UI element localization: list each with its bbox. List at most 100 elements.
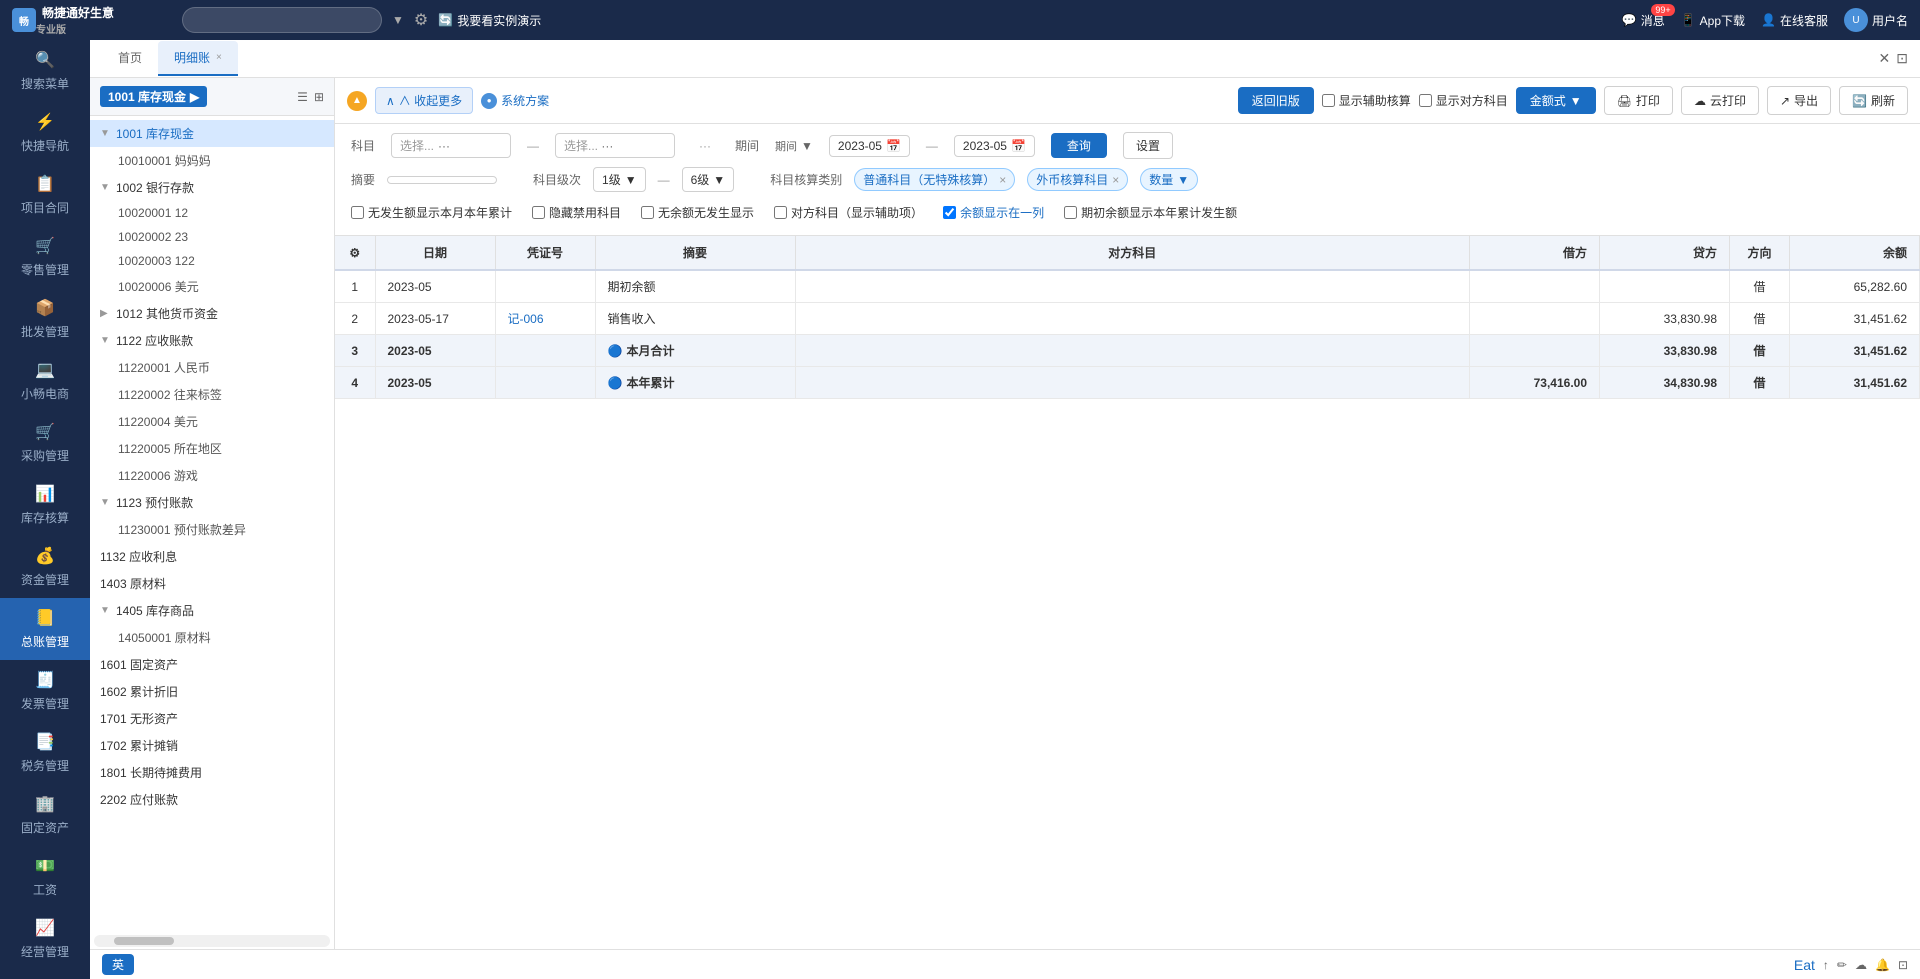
close-window-icon[interactable]: ✕: [1879, 50, 1891, 67]
online-service-action[interactable]: 👤 在线客服: [1761, 12, 1828, 29]
tree-item-1801[interactable]: 1801 长期待摊费用: [90, 759, 334, 786]
cb-show-balance-col-input[interactable]: [943, 206, 956, 219]
sidebar-item-tax[interactable]: 📑 税务管理: [0, 722, 90, 784]
tree-item-10020006[interactable]: 10020006 美元: [90, 273, 334, 300]
query-button[interactable]: 查询: [1051, 133, 1107, 158]
maximize-icon[interactable]: ⊡: [1896, 50, 1908, 67]
tree-item-1601[interactable]: 1601 固定资产: [90, 651, 334, 678]
cb-initial-balance[interactable]: 期初余额显示本年累计发生额: [1064, 204, 1237, 221]
cb-hide-disabled-input[interactable]: [532, 206, 545, 219]
expand-icon[interactable]: ⊞: [314, 90, 324, 104]
filter-tag-normal-close[interactable]: ×: [999, 173, 1006, 187]
tree-item-1002[interactable]: ▼ 1002 银行存款: [90, 174, 334, 201]
tree-item-11230001[interactable]: 11230001 预付账款差异: [90, 516, 334, 543]
cb-show-opposite[interactable]: 对方科目（显示辅助项）: [774, 204, 923, 221]
cb-hide-disabled[interactable]: 隐藏禁用科目: [532, 204, 621, 221]
cb-show-balance-col[interactable]: 余额显示在一列: [943, 204, 1044, 221]
cloud-icon[interactable]: ☁: [1855, 958, 1867, 972]
sidebar-item-capital[interactable]: 💰 资金管理: [0, 536, 90, 598]
sidebar-item-salary[interactable]: 💵 工资: [0, 846, 90, 908]
list-view-icon[interactable]: ☰: [297, 90, 308, 104]
search-dropdown-icon[interactable]: ▼: [392, 13, 404, 27]
show-auxiliary-checkbox[interactable]: 显示辅助核算: [1322, 92, 1411, 109]
edit-icon[interactable]: ✏: [1837, 958, 1847, 972]
tree-item-14050001[interactable]: 14050001 原材料: [90, 624, 334, 651]
demo-link[interactable]: 🔄 我要看实例演示: [438, 12, 541, 29]
tree-item-11220006[interactable]: 11220006 游戏: [90, 462, 334, 489]
filter-tag-quantity-dropdown[interactable]: ▼: [1177, 173, 1189, 187]
user-action[interactable]: U 用户名: [1844, 8, 1908, 32]
tab-home[interactable]: 首页: [102, 41, 158, 76]
tree-item-10020001[interactable]: 10020001 12: [90, 201, 334, 225]
tree-item-10020003[interactable]: 10020003 122: [90, 249, 334, 273]
cb-initial-balance-input[interactable]: [1064, 206, 1077, 219]
refresh-button[interactable]: 🔄 刷新: [1839, 86, 1908, 115]
show-opposite-checkbox[interactable]: 显示对方科目: [1419, 92, 1508, 109]
sidebar-item-wholesale[interactable]: 📦 批发管理: [0, 288, 90, 350]
sidebar-item-ecommerce[interactable]: 💻 小畅电商: [0, 350, 90, 412]
tree-item-1123[interactable]: ▼ 1123 预付账款: [90, 489, 334, 516]
tab-ledger[interactable]: 明细账 ×: [158, 41, 238, 76]
show-opposite-input[interactable]: [1419, 94, 1432, 107]
filter-tag-foreign-close[interactable]: ×: [1112, 173, 1119, 187]
tree-item-1001[interactable]: ▼ 1001 库存现金: [90, 120, 334, 147]
sidebar-item-search[interactable]: 🔍 搜索菜单: [0, 40, 90, 102]
tree-item-11220005[interactable]: 11220005 所在地区: [90, 435, 334, 462]
summary-filter-input[interactable]: [387, 176, 497, 184]
arrow-up-icon[interactable]: ↑: [1823, 958, 1829, 972]
sidebar-item-invoice[interactable]: 🧾 发票管理: [0, 660, 90, 722]
settings-gear-icon[interactable]: ⚙: [349, 246, 360, 260]
sidebar-item-inventory[interactable]: 📊 库存核算: [0, 474, 90, 536]
tree-item-10020002[interactable]: 10020002 23: [90, 225, 334, 249]
cb-no-balance-input[interactable]: [351, 206, 364, 219]
period-start-input[interactable]: 2023-05 📅: [829, 135, 910, 157]
level-start-select[interactable]: 1级 ▼: [593, 167, 646, 192]
tree-item-1702[interactable]: 1702 累计摊销: [90, 732, 334, 759]
print-button[interactable]: 🖨 打印: [1604, 86, 1673, 115]
voucher-link-2[interactable]: 记-006: [508, 312, 544, 326]
sidebar-item-purchase[interactable]: 🛒 采购管理: [0, 412, 90, 474]
period-end-input[interactable]: 2023-05 📅: [954, 135, 1035, 157]
scheme-label[interactable]: 系统方案: [501, 92, 549, 109]
tree-item-1405[interactable]: ▼ 1405 库存商品: [90, 597, 334, 624]
app-download-action[interactable]: 📱 App下载: [1681, 12, 1745, 29]
sidebar-item-sales[interactable]: 💳 小畅报销: [0, 970, 90, 979]
tree-item-10010001[interactable]: 10010001 妈妈妈: [90, 147, 334, 174]
sidebar-item-quick-nav[interactable]: ⚡ 快捷导航: [0, 102, 90, 164]
amount-mode-dropdown[interactable]: 金额式 ▼: [1516, 87, 1596, 114]
box-icon[interactable]: ⊡: [1898, 958, 1908, 972]
collapse-more-button[interactable]: ∧ ∧ 收起更多: [375, 87, 473, 114]
export-button[interactable]: ↗ 导出: [1767, 86, 1831, 115]
tree-item-11220002[interactable]: 11220002 往来标签: [90, 381, 334, 408]
message-action[interactable]: 💬 消息 99+: [1622, 12, 1665, 29]
sidebar-item-project[interactable]: 📋 项目合同: [0, 164, 90, 226]
lang-switch-button[interactable]: 英: [102, 954, 134, 975]
tree-item-1122[interactable]: ▼ 1122 应收账款: [90, 327, 334, 354]
sidebar-item-ledger[interactable]: 📒 总账管理: [0, 598, 90, 660]
cb-no-balance-show[interactable]: 无余额无发生显示: [641, 204, 754, 221]
bell-icon[interactable]: 🔔: [1875, 958, 1890, 972]
tree-scrollbar[interactable]: [94, 935, 330, 947]
tree-item-1701[interactable]: 1701 无形资产: [90, 705, 334, 732]
tree-item-1132[interactable]: 1132 应收利息: [90, 543, 334, 570]
tree-item-11220004[interactable]: 11220004 美元: [90, 408, 334, 435]
tree-item-11220001[interactable]: 11220001 人民币: [90, 354, 334, 381]
back-old-button[interactable]: 返回旧版: [1238, 87, 1314, 114]
account-filter-input[interactable]: 选择... ···: [391, 133, 511, 158]
period-dropdown-icon[interactable]: ▼: [801, 139, 813, 153]
account-filter-input2[interactable]: 选择... ···: [555, 133, 675, 158]
cb-no-balance-show-input[interactable]: [641, 206, 654, 219]
cb-show-opposite-input[interactable]: [774, 206, 787, 219]
tree-item-1012[interactable]: ▶ 1012 其他货币资金: [90, 300, 334, 327]
cb-no-balance[interactable]: 无发生额显示本月本年累计: [351, 204, 512, 221]
tree-item-1602[interactable]: 1602 累计折旧: [90, 678, 334, 705]
sidebar-item-assets[interactable]: 🏢 固定资产: [0, 784, 90, 846]
settings-icon[interactable]: ⚙: [414, 10, 428, 30]
sidebar-item-retail[interactable]: 🛒 零售管理: [0, 226, 90, 288]
tree-item-2202[interactable]: 2202 应付账款: [90, 786, 334, 813]
top-search-input[interactable]: [182, 7, 382, 33]
tab-close-icon[interactable]: ×: [216, 52, 222, 63]
sidebar-item-operation[interactable]: 📈 经营管理: [0, 908, 90, 970]
setting-button[interactable]: 设置: [1123, 132, 1173, 159]
level-end-select[interactable]: 6级 ▼: [682, 167, 735, 192]
